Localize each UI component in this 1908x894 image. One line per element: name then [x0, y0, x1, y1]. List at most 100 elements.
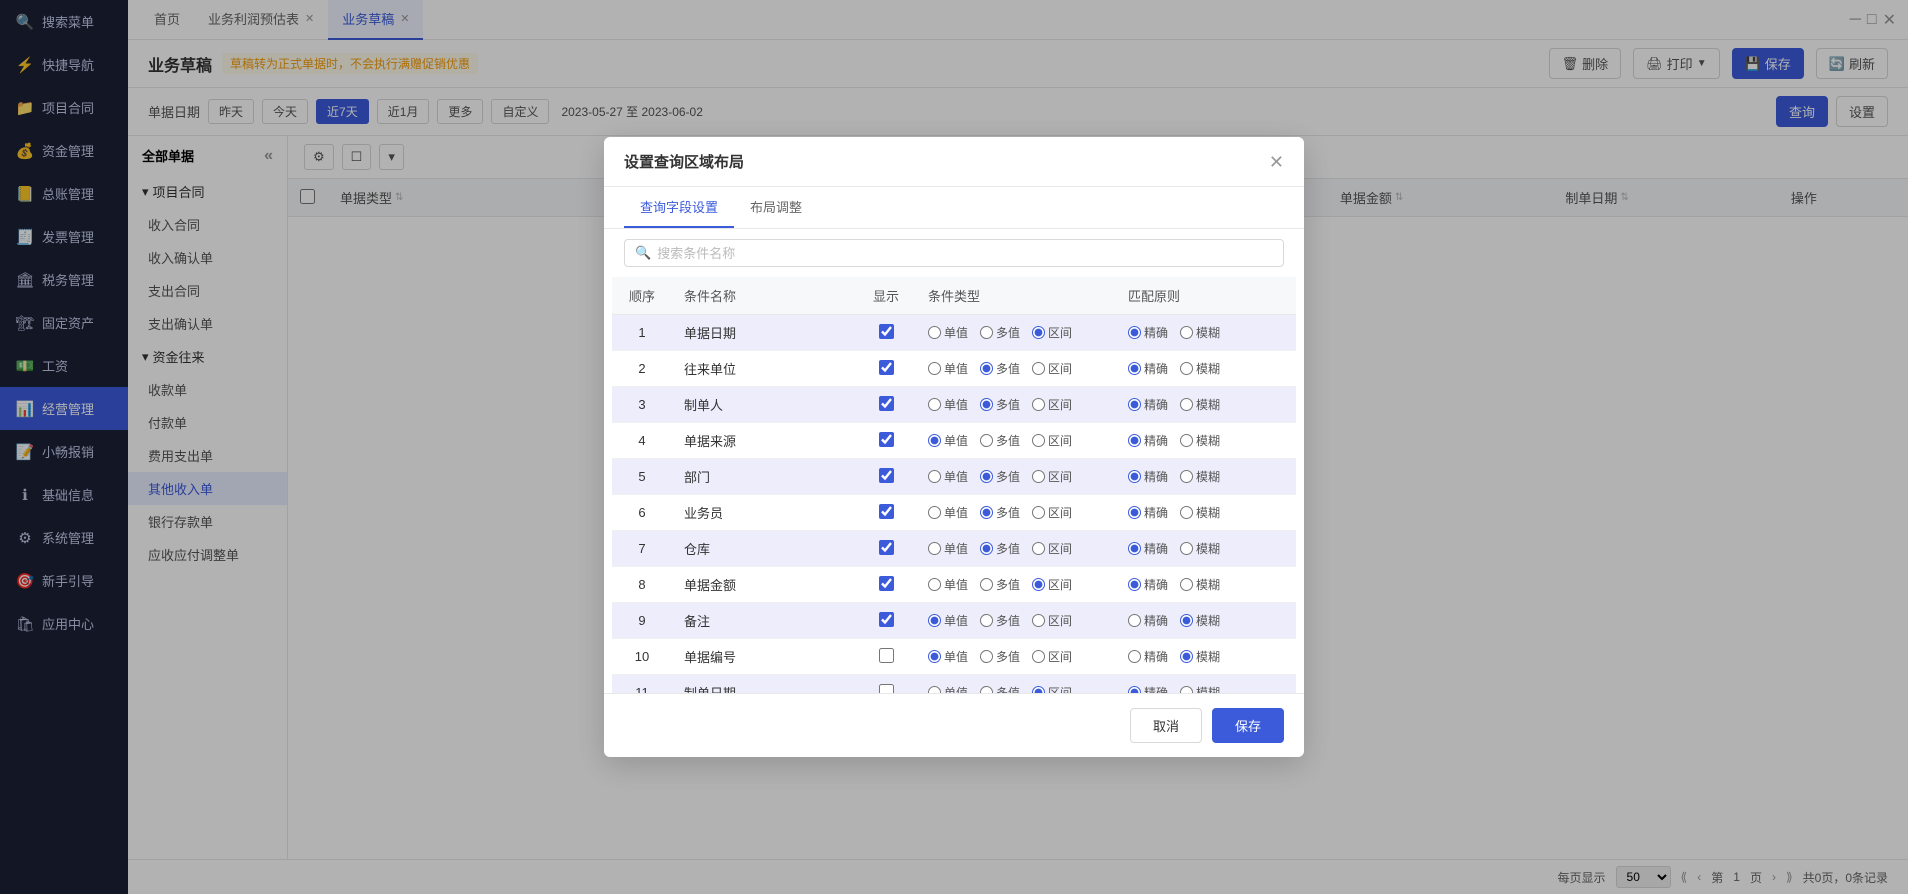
- display-checkbox[interactable]: [879, 360, 894, 375]
- radio-match-精确[interactable]: 精确: [1128, 432, 1168, 449]
- radio-match-精确[interactable]: 精确: [1128, 360, 1168, 377]
- dialog-table-row: 5部门单值多值区间精确模糊: [612, 459, 1296, 495]
- row-order: 10: [612, 639, 672, 675]
- radio-type-单值[interactable]: 单值: [928, 324, 968, 341]
- radio-match-精确[interactable]: 精确: [1128, 540, 1168, 557]
- radio-match-精确[interactable]: 精确: [1128, 612, 1168, 629]
- radio-type-多值[interactable]: 多值: [980, 468, 1020, 485]
- dialog-tab-layout[interactable]: 布局调整: [734, 187, 818, 228]
- dialog-table-row: 6业务员单值多值区间精确模糊: [612, 495, 1296, 531]
- dialog-table-row: 1单据日期单值多值区间精确模糊: [612, 315, 1296, 351]
- row-condition-name: 业务员: [672, 495, 856, 531]
- dialog-table: 顺序 条件名称 显示 条件类型 匹配原则 1单据日期单值多值区间精确模糊2往来单…: [612, 277, 1296, 693]
- radio-type-区间[interactable]: 区间: [1032, 648, 1072, 665]
- display-checkbox[interactable]: [879, 648, 894, 663]
- radio-type-单值[interactable]: 单值: [928, 396, 968, 413]
- radio-type-多值[interactable]: 多值: [980, 540, 1020, 557]
- row-type-cell: 单值 多值 区间: [916, 675, 1116, 694]
- radio-match-模糊[interactable]: 模糊: [1180, 540, 1220, 557]
- radio-match-模糊[interactable]: 模糊: [1180, 648, 1220, 665]
- row-order: 11: [612, 675, 672, 694]
- display-checkbox[interactable]: [879, 504, 894, 519]
- radio-match-模糊[interactable]: 模糊: [1180, 612, 1220, 629]
- radio-type-单值[interactable]: 单值: [928, 576, 968, 593]
- radio-match-模糊[interactable]: 模糊: [1180, 360, 1220, 377]
- row-match-cell: 精确模糊: [1116, 639, 1296, 675]
- search-input[interactable]: [657, 246, 1273, 261]
- display-checkbox[interactable]: [879, 684, 894, 694]
- row-type-cell: 单值多值区间: [916, 567, 1116, 603]
- radio-type-多值[interactable]: 多值: [980, 684, 1020, 693]
- row-order: 7: [612, 531, 672, 567]
- col-type-header: 条件类型: [916, 277, 1116, 315]
- radio-type-单值[interactable]: 单值: [928, 468, 968, 485]
- radio-type-多值[interactable]: 多值: [980, 576, 1020, 593]
- radio-type-多值[interactable]: 多值: [980, 360, 1020, 377]
- dialog-table-wrap: 顺序 条件名称 显示 条件类型 匹配原则 1单据日期单值多值区间精确模糊2往来单…: [604, 277, 1304, 693]
- cancel-button[interactable]: 取消: [1130, 708, 1202, 743]
- radio-type-多值[interactable]: 多值: [980, 432, 1020, 449]
- radio-match-精确[interactable]: 精确: [1128, 576, 1168, 593]
- row-type-cell: 单值多值区间: [916, 315, 1116, 351]
- dialog-tab-query-fields[interactable]: 查询字段设置: [624, 187, 734, 228]
- dialog-save-button[interactable]: 保存: [1212, 708, 1284, 743]
- row-type-cell: 单值多值区间: [916, 459, 1116, 495]
- radio-match-模糊[interactable]: 模糊: [1180, 684, 1220, 693]
- radio-match-模糊[interactable]: 模糊: [1180, 504, 1220, 521]
- radio-match-模糊[interactable]: 模糊: [1180, 324, 1220, 341]
- row-match-cell: 精确模糊: [1116, 459, 1296, 495]
- radio-type-单值[interactable]: 单值: [928, 540, 968, 557]
- radio-type-区间[interactable]: 区间: [1032, 360, 1072, 377]
- row-display-cell: [856, 675, 916, 694]
- display-checkbox[interactable]: [879, 468, 894, 483]
- row-match-cell: 精确模糊: [1116, 603, 1296, 639]
- display-checkbox[interactable]: [879, 432, 894, 447]
- radio-type-多值[interactable]: 多值: [980, 504, 1020, 521]
- display-checkbox[interactable]: [879, 612, 894, 627]
- row-condition-name: 制单人: [672, 387, 856, 423]
- radio-match-精确[interactable]: 精确: [1128, 684, 1168, 693]
- dialog-table-row: 11制单日期单值多值区间精确模糊: [612, 675, 1296, 694]
- radio-match-精确[interactable]: 精确: [1128, 648, 1168, 665]
- radio-match-模糊[interactable]: 模糊: [1180, 576, 1220, 593]
- radio-type-区间[interactable]: 区间: [1032, 468, 1072, 485]
- radio-type-多值[interactable]: 多值: [980, 324, 1020, 341]
- radio-type-单值[interactable]: 单值: [928, 648, 968, 665]
- display-checkbox[interactable]: [879, 540, 894, 555]
- radio-type-单值[interactable]: 单值: [928, 360, 968, 377]
- radio-match-模糊[interactable]: 模糊: [1180, 432, 1220, 449]
- radio-type-区间[interactable]: 区间: [1032, 504, 1072, 521]
- row-match-cell: 精确 模糊: [1116, 675, 1296, 694]
- radio-match-精确[interactable]: 精确: [1128, 504, 1168, 521]
- row-type-cell: 单值多值区间: [916, 495, 1116, 531]
- display-checkbox[interactable]: [879, 576, 894, 591]
- radio-match-模糊[interactable]: 模糊: [1180, 396, 1220, 413]
- radio-match-精确[interactable]: 精确: [1128, 324, 1168, 341]
- radio-type-单值[interactable]: 单值: [928, 612, 968, 629]
- radio-match-精确[interactable]: 精确: [1128, 468, 1168, 485]
- radio-type-区间[interactable]: 区间: [1032, 576, 1072, 593]
- radio-type-区间[interactable]: 区间: [1032, 612, 1072, 629]
- display-checkbox[interactable]: [879, 396, 894, 411]
- row-order: 3: [612, 387, 672, 423]
- radio-type-多值[interactable]: 多值: [980, 648, 1020, 665]
- radio-type-区间[interactable]: 区间: [1032, 324, 1072, 341]
- display-checkbox[interactable]: [879, 324, 894, 339]
- row-condition-name: 往来单位: [672, 351, 856, 387]
- dialog-table-row: 2往来单位单值多值区间精确模糊: [612, 351, 1296, 387]
- radio-type-区间[interactable]: 区间: [1032, 396, 1072, 413]
- row-display-cell: [856, 351, 916, 387]
- dialog-overlay: 设置查询区域布局 ✕ 查询字段设置 布局调整 🔍 顺序 条件名称 显示: [0, 0, 1908, 894]
- radio-type-单值[interactable]: 单值: [928, 432, 968, 449]
- radio-match-模糊[interactable]: 模糊: [1180, 468, 1220, 485]
- radio-type-单值[interactable]: 单值: [928, 504, 968, 521]
- radio-type-单值[interactable]: 单值: [928, 684, 968, 693]
- radio-type-区间[interactable]: 区间: [1032, 540, 1072, 557]
- row-condition-name: 备注: [672, 603, 856, 639]
- radio-type-多值[interactable]: 多值: [980, 396, 1020, 413]
- radio-match-精确[interactable]: 精确: [1128, 396, 1168, 413]
- radio-type-多值[interactable]: 多值: [980, 612, 1020, 629]
- dialog-close-button[interactable]: ✕: [1269, 153, 1284, 171]
- radio-type-区间[interactable]: 区间: [1032, 684, 1072, 693]
- radio-type-区间[interactable]: 区间: [1032, 432, 1072, 449]
